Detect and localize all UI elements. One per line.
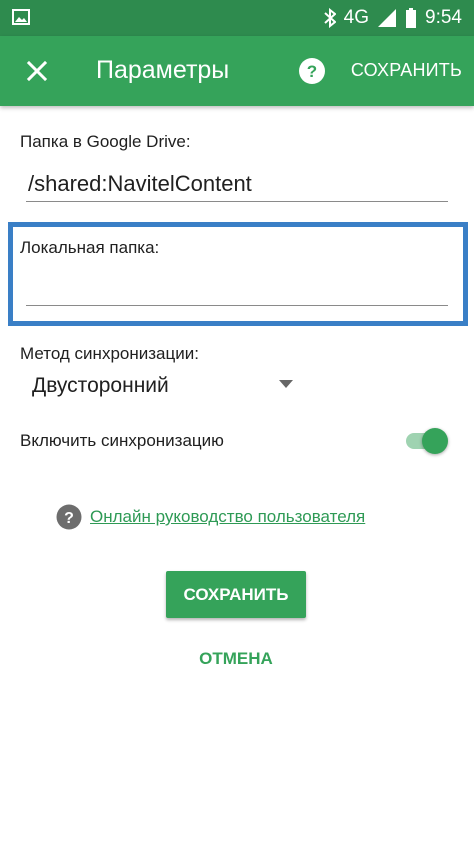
dropdown-arrow-icon[interactable] bbox=[279, 380, 293, 388]
sync-toggle-label: Включить синхронизацию bbox=[20, 431, 224, 450]
svg-text:?: ? bbox=[307, 62, 317, 81]
clock: 9:54 bbox=[425, 7, 462, 28]
drive-folder-input[interactable]: /shared:NavitelContent bbox=[28, 171, 252, 197]
bluetooth-icon bbox=[323, 8, 336, 28]
battery-icon bbox=[406, 8, 417, 28]
close-icon[interactable] bbox=[14, 48, 60, 94]
drive-folder-label: Папка в Google Drive: bbox=[20, 132, 191, 151]
image-icon bbox=[12, 9, 30, 25]
user-guide-link[interactable]: Онлайн руководство пользователя bbox=[90, 507, 365, 527]
toggle-thumb bbox=[422, 428, 448, 454]
local-folder-underline bbox=[26, 305, 448, 306]
drive-folder-underline bbox=[26, 201, 448, 202]
help-link-row: ? Онлайн руководство пользователя bbox=[56, 504, 365, 530]
help-circle-icon: ? bbox=[56, 504, 82, 530]
svg-text:?: ? bbox=[64, 510, 74, 527]
page-title: Параметры bbox=[96, 56, 230, 84]
save-toolbar-button[interactable]: СОХРАНИТЬ bbox=[351, 60, 462, 81]
sync-toggle-switch[interactable] bbox=[404, 426, 450, 456]
app-bar: Параметры ? СОХРАНИТЬ bbox=[0, 36, 474, 106]
cancel-button[interactable]: ОТМЕНА bbox=[166, 644, 306, 674]
local-folder-label: Локальная папка: bbox=[20, 238, 160, 257]
sync-method-select[interactable]: Двусторонний bbox=[32, 374, 169, 398]
status-bar: 4G 9:54 bbox=[0, 0, 474, 36]
signal-icon bbox=[378, 9, 397, 27]
sync-method-label: Метод синхронизации: bbox=[20, 344, 199, 363]
network-type: 4G bbox=[343, 7, 370, 28]
save-button[interactable]: СОХРАНИТЬ bbox=[166, 571, 306, 618]
help-icon[interactable]: ? bbox=[298, 57, 326, 85]
